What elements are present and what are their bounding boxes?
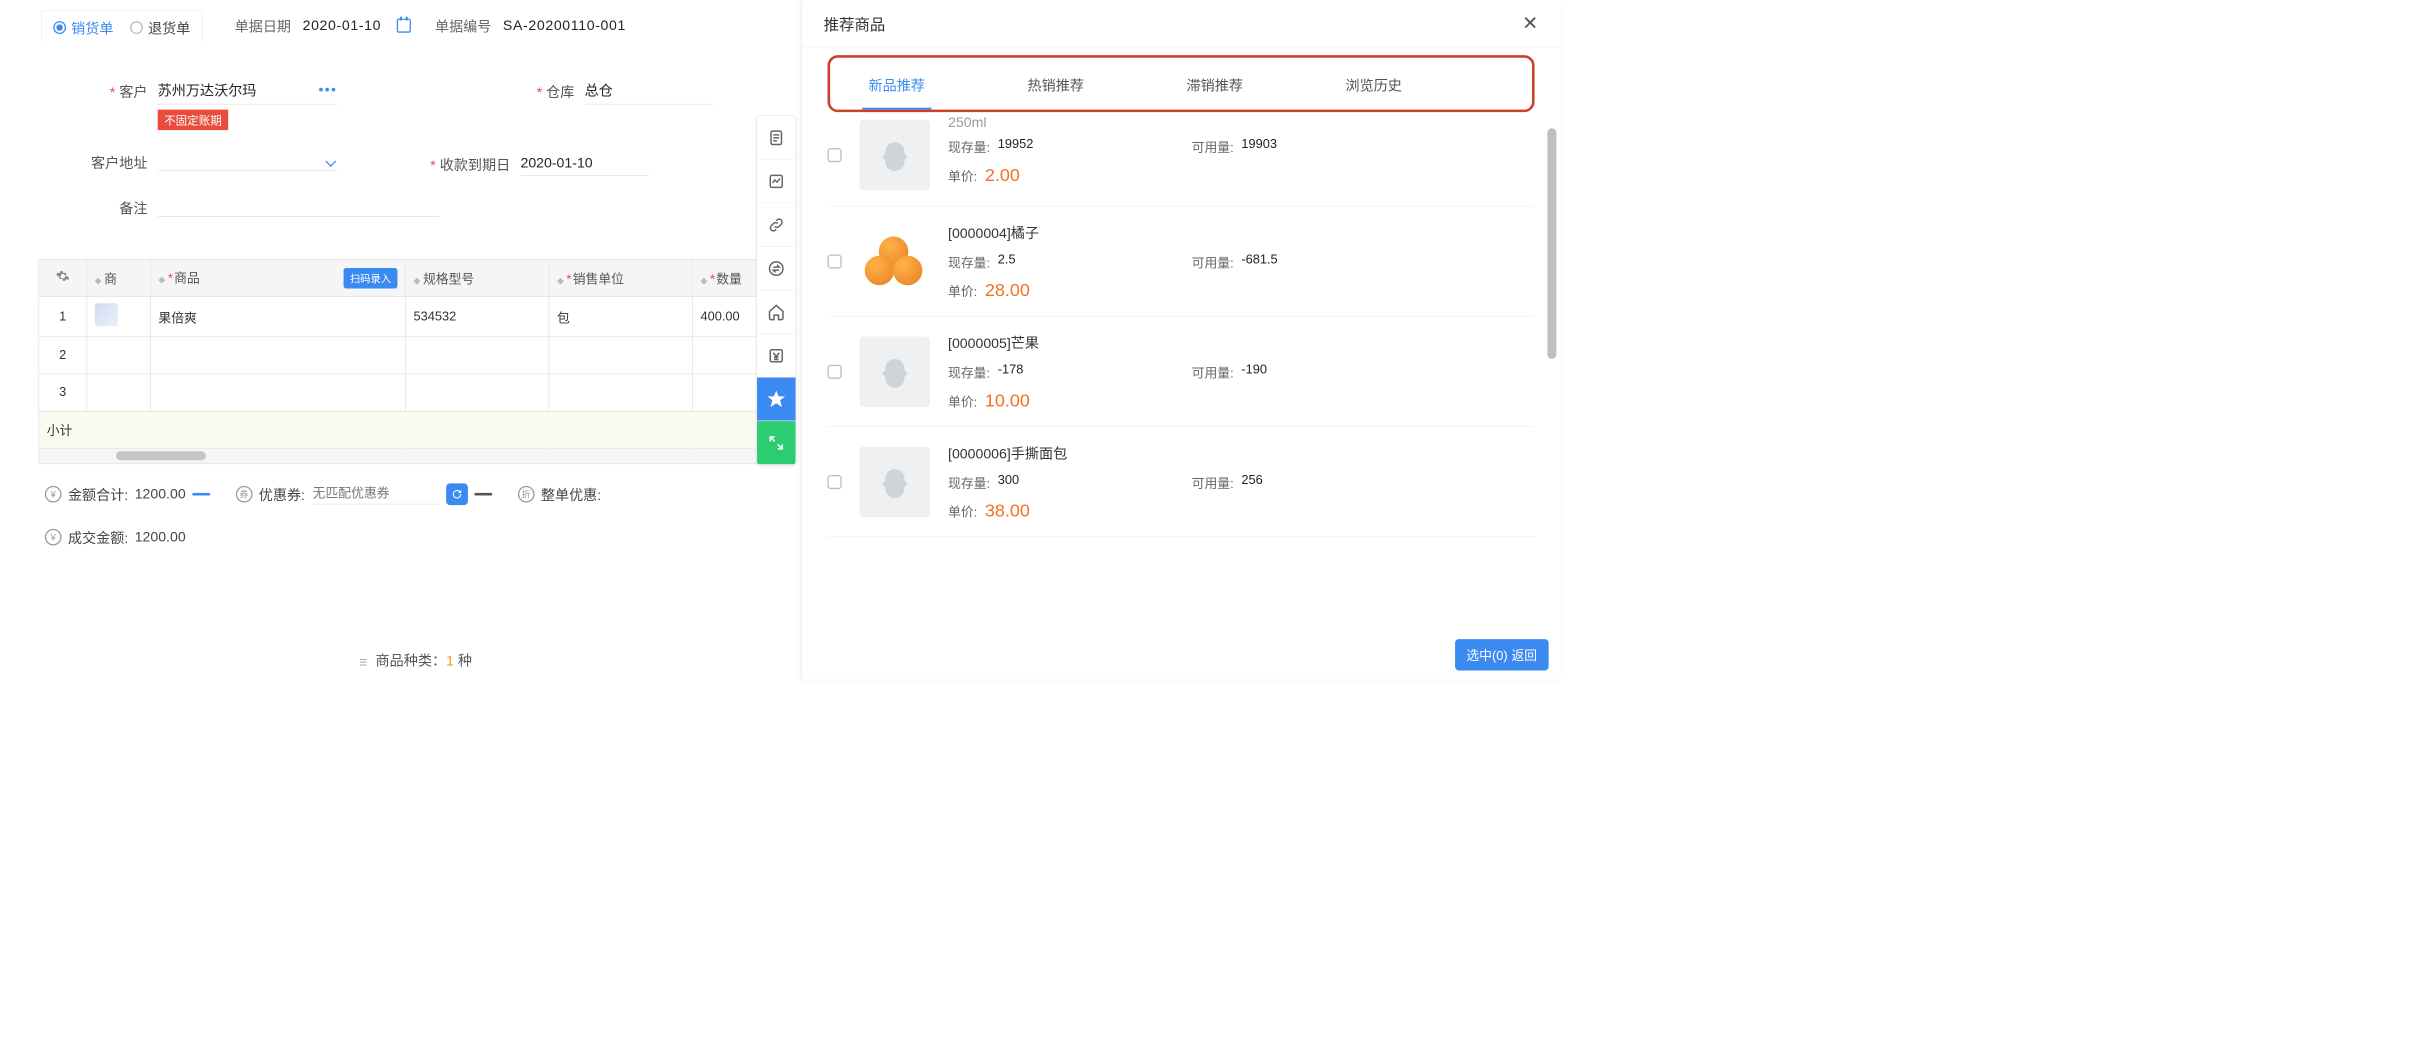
toolbar-doc-icon[interactable]: [757, 116, 795, 160]
item-checkbox[interactable]: [828, 364, 842, 378]
tab-sales-order[interactable]: 销货单: [53, 17, 113, 38]
coupon-input[interactable]: [311, 484, 439, 505]
horizontal-scrollbar[interactable]: [38, 449, 788, 464]
recommend-tab[interactable]: 滞销推荐: [1180, 58, 1249, 110]
deal-amount: 1200.00: [135, 529, 186, 546]
due-date-label: 收款到期日: [427, 154, 510, 175]
gear-icon[interactable]: [56, 269, 70, 283]
scan-input-button[interactable]: 扫码录入: [344, 268, 398, 289]
product-name: [0000005]芒果: [948, 332, 1535, 353]
coupon-icon: 券: [236, 486, 253, 503]
recommend-tab[interactable]: 热销推荐: [1021, 58, 1090, 110]
recommend-item[interactable]: 250ml现存量:19952可用量:19903单价:2.00: [828, 117, 1535, 206]
recommend-item[interactable]: [0000004]橘子现存量:2.5可用量:-681.5单价:28.00: [828, 206, 1535, 316]
chevron-down-icon[interactable]: [325, 156, 336, 167]
recommend-tab[interactable]: 浏览历史: [1339, 58, 1408, 110]
refresh-coupon-button[interactable]: [446, 483, 468, 505]
customer-lookup-icon[interactable]: •••: [319, 81, 338, 98]
deal-icon: ￥: [45, 529, 62, 546]
warehouse-input[interactable]: 总仓: [585, 77, 713, 105]
product-image-placeholder: [860, 446, 931, 517]
yen-icon: ¥: [45, 486, 62, 503]
customer-label: 客户: [64, 80, 147, 101]
remark-label: 备注: [64, 197, 147, 218]
tab-return-order[interactable]: 退货单: [130, 17, 190, 38]
product-image: [860, 226, 931, 297]
calendar-icon[interactable]: [397, 19, 411, 33]
product-kind-count: ☰ 商品种类：1 种: [26, 649, 802, 670]
due-date-input[interactable]: 2020-01-10: [520, 152, 648, 176]
product-name: [0000004]橘子: [948, 222, 1535, 243]
product-image-placeholder: [860, 336, 931, 407]
table-row[interactable]: 2: [39, 337, 788, 374]
subtotal-row: 小计: [39, 411, 788, 448]
address-label: 客户地址: [64, 152, 147, 173]
product-image-placeholder: [860, 120, 931, 191]
recommend-item[interactable]: [0000006]手撕面包现存量:300可用量:256单价:38.00: [828, 427, 1535, 537]
doc-no-label: 单据编号: [435, 15, 491, 36]
item-checkbox[interactable]: [828, 475, 842, 489]
table-row[interactable]: 3: [39, 374, 788, 411]
toolbar-yen-icon[interactable]: [757, 334, 795, 378]
side-toolbar: [756, 115, 796, 465]
product-name: [0000006]手撕面包: [948, 442, 1535, 463]
toolbar-star-icon[interactable]: [757, 378, 795, 422]
item-checkbox[interactable]: [828, 148, 842, 162]
toolbar-chart-icon[interactable]: [757, 160, 795, 204]
toolbar-expand-icon[interactable]: [757, 421, 795, 465]
item-checkbox[interactable]: [828, 254, 842, 268]
doc-date-label: 单据日期: [235, 15, 291, 36]
amount-total: 1200.00: [135, 486, 186, 503]
right-panel-title: 推荐商品: [824, 12, 886, 34]
line-items-table: ◆商 ◆*商品扫码录入 ◆规格型号 ◆*销售单位 ◆*数量 1果倍爽534532…: [38, 259, 788, 449]
remark-input[interactable]: [158, 199, 440, 217]
toolbar-home-icon[interactable]: [757, 290, 795, 334]
warehouse-label: 仓库: [491, 80, 574, 101]
doc-no-value: SA-20200110-001: [503, 17, 626, 34]
recommend-tab[interactable]: 新品推荐: [862, 58, 931, 110]
address-input[interactable]: [158, 153, 337, 171]
discount-icon: 折: [518, 486, 535, 503]
doc-date-value[interactable]: 2020-01-10: [303, 17, 382, 34]
table-row[interactable]: 1果倍爽534532包400.00: [39, 296, 788, 336]
customer-tag: 不固定账期: [158, 110, 229, 131]
product-name: 250ml: [948, 117, 1535, 130]
recommend-item[interactable]: [0000005]芒果现存量:-178可用量:-190单价:10.00: [828, 317, 1535, 427]
toolbar-link-icon[interactable]: [757, 203, 795, 247]
close-icon[interactable]: ✕: [1522, 12, 1538, 34]
toolbar-swap-icon[interactable]: [757, 247, 795, 291]
selected-return-button[interactable]: 选中(0)返回: [1455, 639, 1549, 670]
vertical-scrollbar[interactable]: [1547, 128, 1556, 359]
customer-input[interactable]: 苏州万达沃尔玛•••: [158, 77, 337, 105]
